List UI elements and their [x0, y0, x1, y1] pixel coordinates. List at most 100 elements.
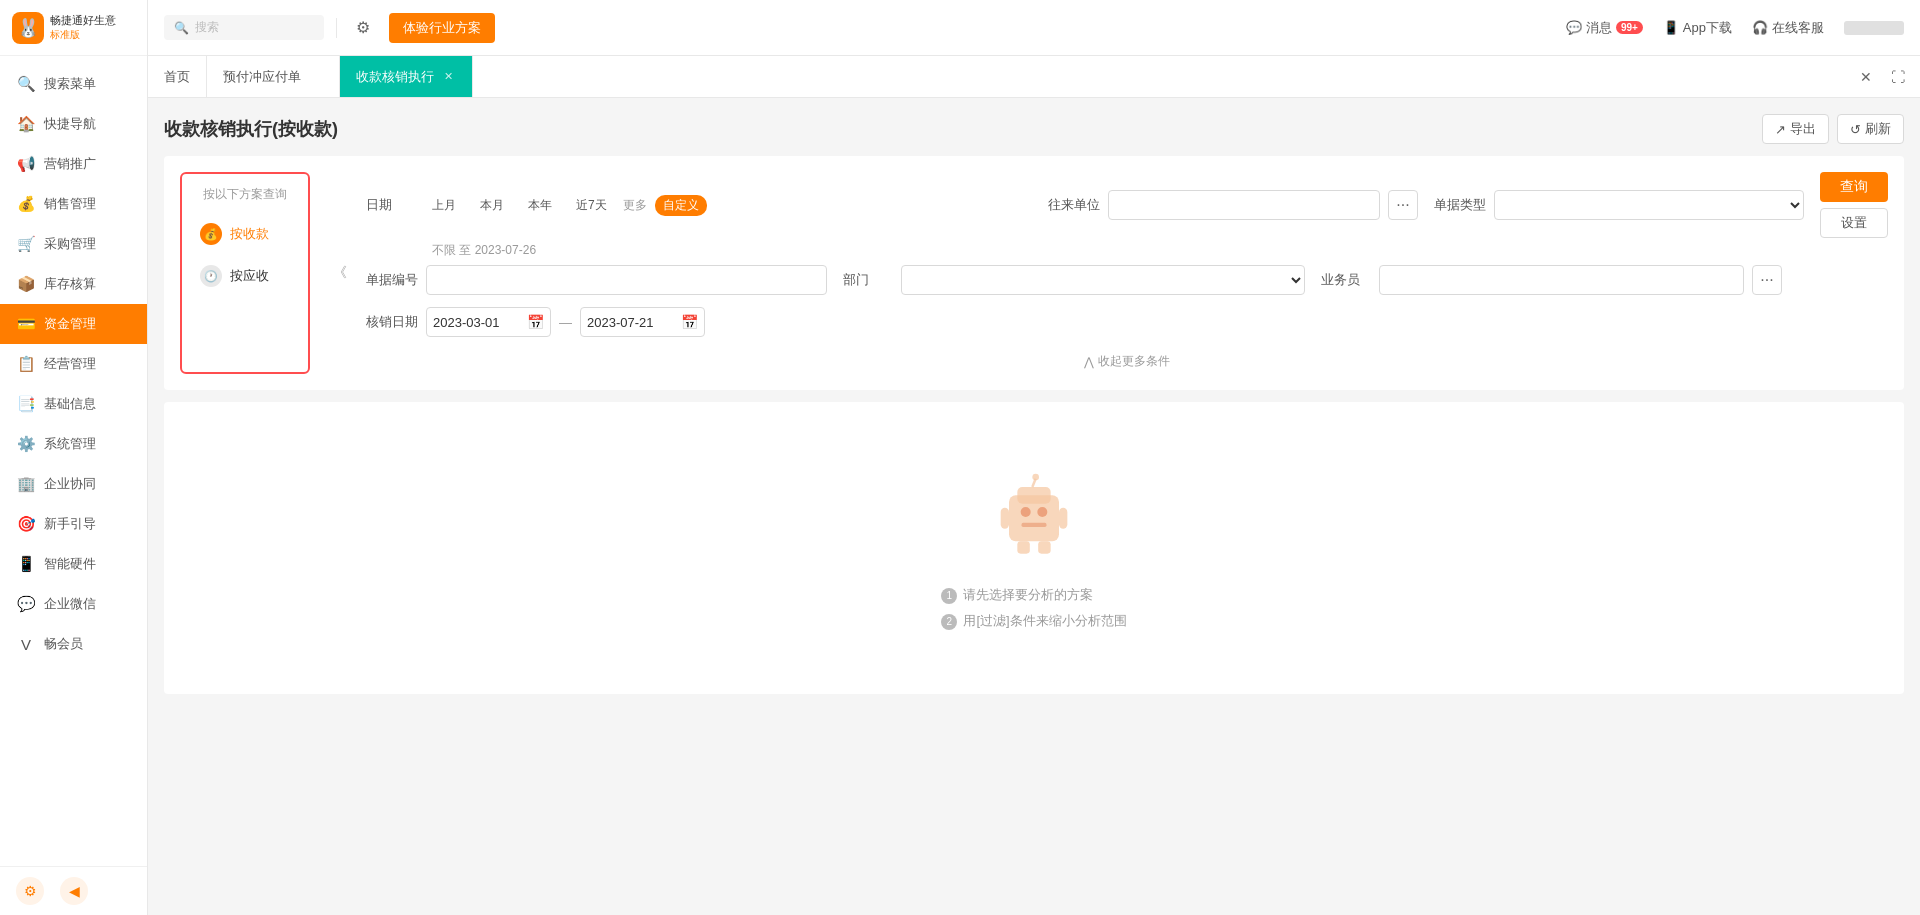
sidebar-icon-marketing: 📢 [16, 154, 36, 174]
empty-illustration [984, 462, 1084, 562]
filter-option-by-receivable[interactable]: 🕐 按应收 [190, 257, 300, 295]
sidebar-item-business[interactable]: 📋 经营管理 [0, 344, 147, 384]
sidebar-label-guide: 新手引导 [44, 515, 96, 533]
collapse-more-label: 收起更多条件 [1098, 353, 1170, 370]
sidebar-icon-enterprise: 🏢 [16, 474, 36, 494]
online-service-item[interactable]: 🎧 在线客服 [1752, 19, 1824, 37]
quick-date-thismonth[interactable]: 本月 [472, 195, 512, 216]
tab-receipt-label: 收款核销执行 [356, 68, 434, 86]
verify-date-start-cal[interactable]: 📅 [527, 314, 544, 330]
sidebar-icon-search: 🔍 [16, 74, 36, 94]
sidebar-menu: 🔍 搜索菜单 🏠 快捷导航 📢 营销推广 💰 销售管理 🛒 采购管理 📦 库存核… [0, 56, 147, 866]
sidebar-label-inventory: 库存核算 [44, 275, 96, 293]
doc-no-input[interactable] [426, 265, 827, 295]
collapse-sidebar-icon[interactable]: ◀ [60, 877, 88, 905]
tab-expand-btn[interactable]: ⛶ [1886, 65, 1910, 89]
verify-date-end-cal[interactable]: 📅 [681, 314, 698, 330]
tabs-actions: ✕ ⛶ [1844, 56, 1920, 97]
svg-rect-5 [1001, 508, 1009, 529]
app-icon: 📱 [1663, 20, 1679, 35]
dept-select[interactable] [901, 265, 1304, 295]
message-badge: 99+ [1616, 21, 1643, 34]
tab-prepay-close[interactable]: ✕ [307, 69, 323, 85]
search-box[interactable]: 🔍 搜索 [164, 15, 324, 40]
quick-date-7days[interactable]: 近7天 [568, 195, 615, 216]
verify-date-start-input[interactable] [433, 315, 523, 330]
refresh-label: 刷新 [1865, 120, 1891, 138]
quick-date-thisyear[interactable]: 本年 [520, 195, 560, 216]
date-field: 日期 上月 本月 本年 近7天 更多 自定义 [366, 195, 1032, 216]
tab-receipt-close[interactable]: ✕ [440, 69, 456, 85]
sidebar: 🐰 畅捷通好生意 标准版 🔍 搜索菜单 🏠 快捷导航 📢 营销推广 💰 销售管理… [0, 0, 148, 915]
page-title: 收款核销执行(按收款) [164, 117, 338, 141]
sidebar-item-marketing[interactable]: 📢 营销推广 [0, 144, 147, 184]
sidebar-item-wechat[interactable]: 💬 企业微信 [0, 584, 147, 624]
sidebar-item-system[interactable]: ⚙️ 系统管理 [0, 424, 147, 464]
header-gear-icon[interactable]: ⚙ [349, 14, 377, 42]
receipt-icon: 💰 [200, 223, 222, 245]
sidebar-icon-business: 📋 [16, 354, 36, 374]
partner-input[interactable] [1108, 190, 1380, 220]
sidebar-item-purchase[interactable]: 🛒 采购管理 [0, 224, 147, 264]
tab-prepay-label: 预付冲应付单 [223, 68, 301, 86]
sidebar-label-purchase: 采购管理 [44, 235, 96, 253]
message-item[interactable]: 💬 消息 99+ [1566, 19, 1643, 37]
tab-receipt[interactable]: 收款核销执行 ✕ [340, 56, 473, 97]
sidebar-item-sales[interactable]: 💰 销售管理 [0, 184, 147, 224]
partner-ellipsis-btn[interactable]: ··· [1388, 190, 1418, 220]
header-right: 💬 消息 99+ 📱 App下载 🎧 在线客服 [1566, 19, 1904, 37]
sidebar-icon-system: ⚙️ [16, 434, 36, 454]
sidebar-icon-sales: 💰 [16, 194, 36, 214]
dept-label: 部门 [843, 271, 893, 289]
quick-date-lastmonth[interactable]: 上月 [424, 195, 464, 216]
sidebar-icon-funds: 💳 [16, 314, 36, 334]
settings-filter-btn[interactable]: 设置 [1820, 208, 1888, 238]
sidebar-label-search: 搜索菜单 [44, 75, 96, 93]
industry-btn[interactable]: 体验行业方案 [389, 13, 495, 43]
sidebar-item-search[interactable]: 🔍 搜索菜单 [0, 64, 147, 104]
sidebar-label-wechat: 企业微信 [44, 595, 96, 613]
doc-type-select[interactable] [1494, 190, 1804, 220]
collapse-more-icon: ⋀ [1084, 355, 1094, 369]
export-icon: ↗ [1775, 122, 1786, 137]
sidebar-item-quicknav[interactable]: 🏠 快捷导航 [0, 104, 147, 144]
filter-panel: 按以下方案查询 💰 按收款 🕐 按应收 《 日期 [164, 156, 1904, 390]
settings-icon[interactable]: ⚙ [16, 877, 44, 905]
sidebar-icon-base: 📑 [16, 394, 36, 414]
sidebar-item-funds[interactable]: 💳 资金管理 [0, 304, 147, 344]
date-hint-row: 不限 至 2023-07-26 [366, 242, 1888, 259]
filter-option-by-receipt[interactable]: 💰 按收款 [190, 215, 300, 253]
collapse-more-btn[interactable]: ⋀ 收起更多条件 [1072, 349, 1182, 374]
sidebar-item-base[interactable]: 📑 基础信息 [0, 384, 147, 424]
sidebar-item-guide[interactable]: 🎯 新手引导 [0, 504, 147, 544]
staff-input[interactable] [1379, 265, 1744, 295]
export-btn[interactable]: ↗ 导出 [1762, 114, 1829, 144]
sidebar-item-enterprise[interactable]: 🏢 企业协同 [0, 464, 147, 504]
collapse-more-row: ⋀ 收起更多条件 [366, 349, 1888, 374]
tab-home[interactable]: 首页 [148, 56, 207, 97]
staff-ellipsis-btn[interactable]: ··· [1752, 265, 1782, 295]
sidebar-item-member[interactable]: V 畅会员 [0, 624, 147, 664]
tab-close-btn[interactable]: ✕ [1854, 65, 1878, 89]
collapse-filter-btn[interactable]: 《 [330, 172, 350, 374]
tab-home-label: 首页 [164, 68, 190, 86]
app-download-item[interactable]: 📱 App下载 [1663, 19, 1732, 37]
service-icon: 🎧 [1752, 20, 1768, 35]
tab-prepay[interactable]: 预付冲应付单 ✕ [207, 56, 340, 97]
refresh-btn[interactable]: ↺ 刷新 [1837, 114, 1904, 144]
quick-date-more[interactable]: 更多 [623, 197, 647, 214]
query-btn[interactable]: 查询 [1820, 172, 1888, 202]
filter-sidebar-title: 按以下方案查询 [190, 186, 300, 203]
page-header: 收款核销执行(按收款) ↗ 导出 ↺ 刷新 [164, 114, 1904, 144]
verify-date-end-input[interactable] [587, 315, 677, 330]
svg-rect-4 [1022, 523, 1047, 527]
empty-state: 请先选择要分析的方案 用[过滤]条件来缩小分析范围 [164, 402, 1904, 694]
filter-row-2: 单据编号 部门 业务员 ··· [366, 265, 1888, 295]
svg-point-10 [1032, 474, 1039, 481]
date-separator: — [559, 315, 572, 330]
online-service-label: 在线客服 [1772, 19, 1824, 37]
export-label: 导出 [1790, 120, 1816, 138]
sidebar-item-hardware[interactable]: 📱 智能硬件 [0, 544, 147, 584]
custom-date-btn[interactable]: 自定义 [655, 195, 707, 216]
sidebar-item-inventory[interactable]: 📦 库存核算 [0, 264, 147, 304]
